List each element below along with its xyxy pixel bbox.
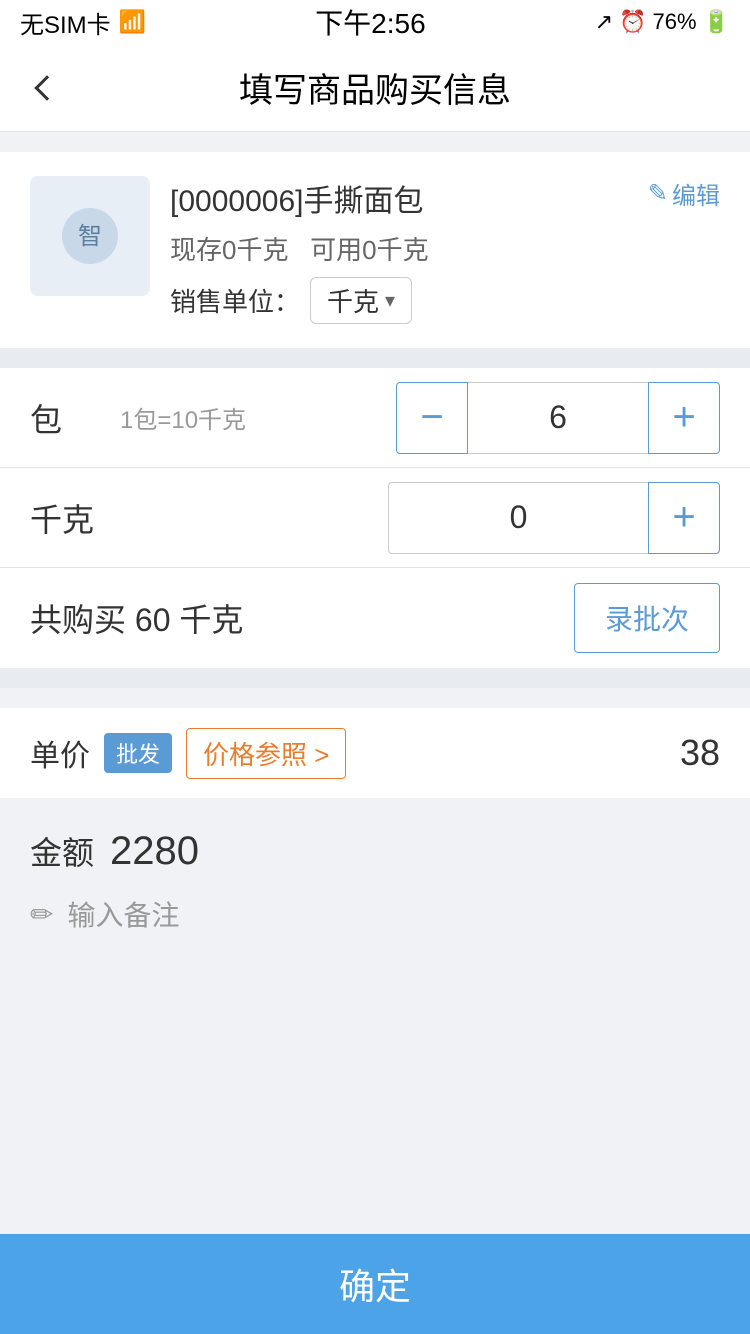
edit-button[interactable]: ✎ 编辑 [648, 176, 720, 211]
wifi-icon: 📶 [119, 9, 146, 35]
kg-row: 千克 + [0, 468, 750, 568]
stock-available: 可用0千克 [310, 235, 428, 265]
price-tag: 批发 [104, 733, 172, 773]
price-row: 单价 批发 价格参照 > 38 [0, 708, 750, 798]
price-label: 单价 [30, 731, 90, 775]
remark-icon: ✏ [30, 898, 53, 931]
total-text: 共购买 60 千克 [30, 595, 243, 641]
nav-bar: 填写商品购买信息 [0, 44, 750, 132]
back-button[interactable] [0, 44, 80, 132]
kg-plus-button[interactable]: + [648, 482, 720, 554]
back-arrow-icon [34, 75, 59, 100]
price-section: 单价 批发 价格参照 > 38 [0, 708, 750, 798]
price-value: 38 [680, 732, 720, 774]
location-icon: ↗ [595, 9, 613, 35]
edit-icon: ✎ [648, 179, 668, 208]
remark-row[interactable]: ✏ 输入备注 [30, 894, 720, 934]
total-row: 共购买 60 千克 录批次 [0, 568, 750, 668]
confirm-button[interactable]: 确定 [0, 1234, 750, 1334]
package-row: 包 1包=10千克 − + [0, 368, 750, 468]
empty-space [0, 964, 750, 1264]
amount-row: 金额 2280 [30, 828, 720, 874]
product-logo-icon: 智 [60, 206, 120, 266]
svg-text:智: 智 [78, 223, 102, 250]
carrier-text: 无SIM卡 [20, 5, 111, 40]
kg-section: 千克 + [0, 468, 750, 568]
page-title: 填写商品购买信息 [239, 63, 511, 112]
package-sublabel: 1包=10千克 [120, 400, 396, 435]
package-label: 包 [30, 395, 110, 441]
unit-value: 千克 [327, 282, 379, 319]
product-name: [0000006]手撕面包 [170, 176, 628, 220]
product-stock: 现存0千克 可用0千克 [170, 230, 628, 267]
amount-value: 2280 [110, 829, 199, 874]
amount-section: 金额 2280 ✏ 输入备注 [0, 798, 750, 964]
package-plus-button[interactable]: + [648, 382, 720, 454]
unit-select[interactable]: 千克 ▾ [310, 277, 412, 324]
section-divider-2 [0, 668, 750, 688]
package-section: 包 1包=10千克 − + [0, 368, 750, 468]
product-card: 智 [0000006]手撕面包 现存0千克 可用0千克 销售单位： 千克 ▾ ✎… [0, 152, 750, 348]
section-divider-1 [0, 348, 750, 368]
package-qty-control: − + [396, 382, 720, 454]
alarm-icon: ⏰ [619, 9, 646, 35]
status-left: 无SIM卡 📶 [20, 5, 146, 40]
remark-text: 输入备注 [67, 894, 179, 934]
product-image: 智 [30, 176, 150, 296]
dropdown-arrow-icon: ▾ [385, 288, 395, 313]
product-info: [0000006]手撕面包 现存0千克 可用0千克 销售单位： 千克 ▾ [170, 176, 628, 324]
battery-icon: 🔋 [703, 9, 730, 35]
kg-qty-control: + [388, 482, 720, 554]
status-time: 下午2:56 [315, 2, 426, 42]
kg-qty-input[interactable] [388, 482, 648, 554]
stock-current: 现存0千克 [170, 235, 288, 265]
status-right: ↗ ⏰ 76% 🔋 [595, 9, 730, 35]
package-qty-input[interactable] [468, 382, 648, 454]
kg-label: 千克 [30, 495, 110, 541]
package-minus-button[interactable]: − [396, 382, 468, 454]
unit-label: 销售单位： [170, 282, 300, 319]
status-bar: 无SIM卡 📶 下午2:56 ↗ ⏰ 76% 🔋 [0, 0, 750, 44]
amount-label: 金额 [30, 828, 94, 874]
battery-text: 76% [653, 9, 697, 35]
record-batch-button[interactable]: 录批次 [574, 583, 720, 653]
price-ref-button[interactable]: 价格参照 > [186, 728, 346, 779]
product-unit-row: 销售单位： 千克 ▾ [170, 277, 628, 324]
